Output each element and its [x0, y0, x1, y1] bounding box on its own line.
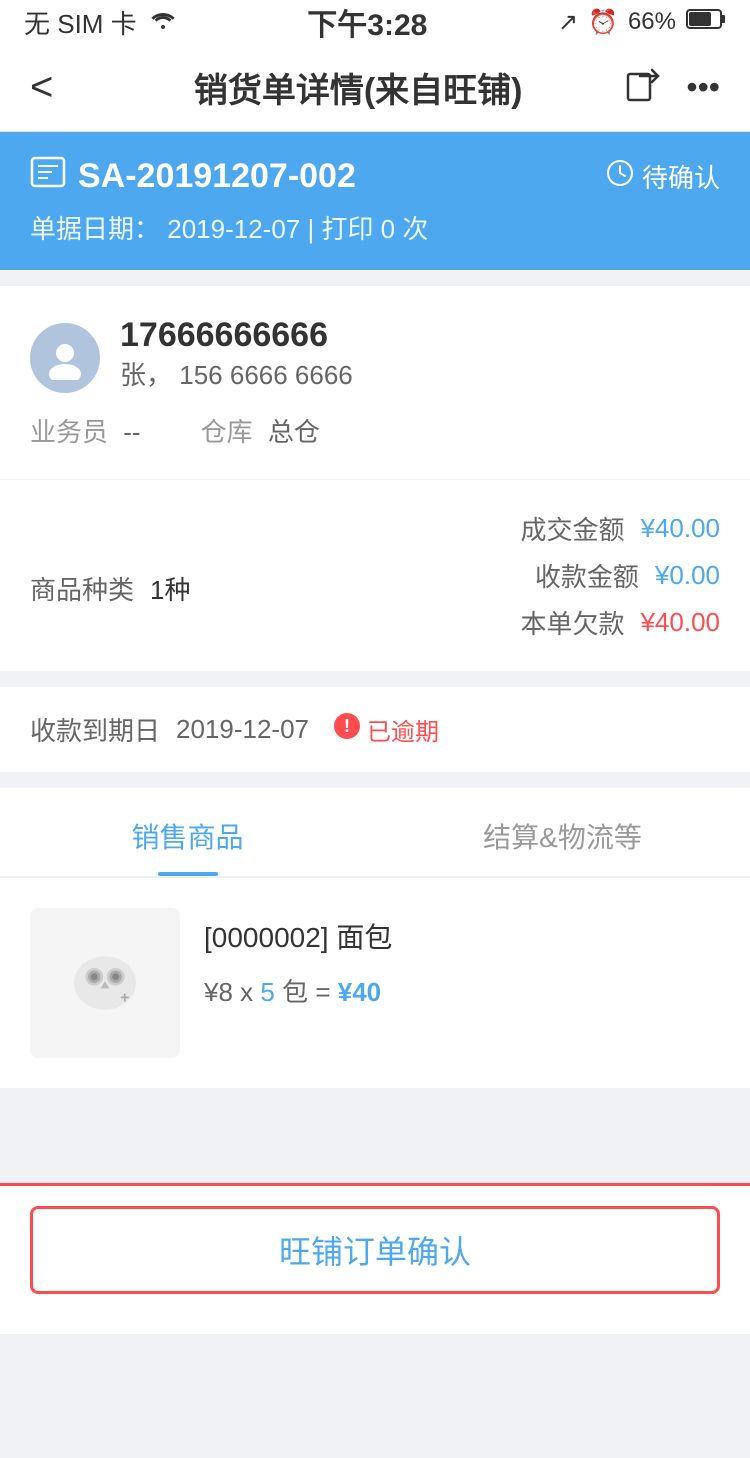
- category-row: 商品种类 1种: [30, 570, 190, 607]
- svg-text:!: !: [344, 716, 350, 736]
- equals-sign: =: [315, 977, 330, 1007]
- summary-left: 商品种类 1种: [30, 510, 190, 607]
- amount-value: ¥40.00: [640, 513, 720, 544]
- amount-label: 成交金额: [520, 510, 624, 547]
- order-date-row: 单据日期： 2019-12-07 | 打印 0 次: [30, 209, 720, 246]
- summary-right: 成交金额 ¥40.00 收款金额 ¥0.00 本单欠款 ¥40.00: [520, 510, 720, 641]
- product-qty: 5: [260, 977, 274, 1007]
- summary-section: 商品种类 1种 成交金额 ¥40.00 收款金额 ¥0.00 本单欠款 ¥40.…: [0, 480, 750, 671]
- nav-bar: < 销货单详情(来自旺铺) •••: [0, 44, 750, 132]
- status-time: 下午3:28: [307, 0, 427, 44]
- status-bar: 无 SIM 卡 下午3:28 ↗ ⏰ 66%: [0, 0, 750, 44]
- overdue-badge: ! 已逾期: [333, 712, 439, 747]
- status-text: 待确认: [642, 158, 720, 195]
- back-button[interactable]: <: [30, 65, 90, 110]
- order-status: 待确认: [606, 158, 720, 195]
- product-price: ¥8: [204, 977, 233, 1007]
- overdue-text: 已逾期: [367, 712, 439, 747]
- customer-info: 张， 156 6666 6666: [120, 355, 353, 392]
- customer-name: 张: [120, 360, 146, 390]
- product-item: + [0000002] 面包 ¥8 x 5 包 = ¥40: [30, 908, 720, 1058]
- alarm-icon: ⏰: [588, 8, 618, 37]
- product-unit: 包: [282, 977, 308, 1007]
- owed-row: 本单欠款 ¥40.00: [520, 604, 720, 641]
- tabs-section: 销售商品 结算&物流等: [0, 788, 750, 1088]
- print-info: | 打印 0 次: [307, 214, 428, 244]
- received-value: ¥0.00: [655, 560, 720, 591]
- page-title: 销货单详情(来自旺铺): [90, 63, 626, 112]
- due-label: 收款到期日: [30, 711, 160, 748]
- status-left: 无 SIM 卡: [24, 4, 177, 41]
- carrier-label: 无 SIM 卡: [24, 4, 137, 41]
- warehouse-value: 总仓: [268, 417, 320, 447]
- product-name: [0000002] 面包: [204, 916, 720, 956]
- warehouse-meta: 仓库 总仓: [201, 412, 320, 449]
- amount-row: 成交金额 ¥40.00: [520, 510, 720, 547]
- customer-phone: 17666666666: [120, 316, 353, 355]
- nav-actions: •••: [626, 66, 720, 110]
- order-header: SA-20191207-002 待确认 单据日期： 2019-12-07 | 打…: [0, 132, 750, 270]
- share-button[interactable]: [626, 66, 662, 110]
- product-section: + [0000002] 面包 ¥8 x 5 包 = ¥40: [0, 878, 750, 1088]
- svg-text:+: +: [120, 990, 129, 1007]
- due-section: 收款到期日 2019-12-07 ! 已逾期: [0, 687, 750, 772]
- product-code: [0000002]: [204, 922, 329, 953]
- order-icon: [30, 156, 66, 197]
- location-icon: ↗: [558, 8, 578, 37]
- customer-alt-phone: 156 6666 6666: [179, 360, 353, 390]
- product-title: 面包: [336, 922, 392, 953]
- avatar: [30, 323, 100, 393]
- status-right: ↗ ⏰ 66%: [558, 8, 726, 37]
- tab-settlement[interactable]: 结算&物流等: [375, 788, 750, 876]
- battery-label: 66%: [628, 8, 676, 36]
- order-id-text: SA-20191207-002: [78, 157, 356, 196]
- sales-label: 业务员: [30, 417, 108, 447]
- due-date: 2019-12-07: [176, 714, 309, 745]
- multiply-sign: x: [240, 977, 253, 1007]
- received-label: 收款金额: [535, 557, 639, 594]
- tab-sales-label: 销售商品: [131, 822, 243, 853]
- date-label: 单据日期：: [30, 214, 160, 244]
- owed-value: ¥40.00: [640, 607, 720, 638]
- order-date: 2019-12-07: [167, 214, 300, 244]
- wifi-icon: [149, 7, 177, 38]
- category-value: 1种: [150, 570, 190, 607]
- category-label: 商品种类: [30, 570, 134, 607]
- customer-meta: 业务员 -- 仓库 总仓: [30, 412, 720, 449]
- owed-label: 本单欠款: [520, 604, 624, 641]
- tab-settlement-label: 结算&物流等: [483, 822, 642, 853]
- product-info: [0000002] 面包 ¥8 x 5 包 = ¥40: [204, 908, 720, 1009]
- sales-value: --: [123, 417, 140, 447]
- bottom-bar: 旺铺订单确认: [0, 1183, 750, 1334]
- more-button[interactable]: •••: [686, 69, 720, 106]
- order-id-container: SA-20191207-002: [30, 156, 356, 197]
- confirm-order-button[interactable]: 旺铺订单确认: [30, 1206, 720, 1294]
- received-row: 收款金额 ¥0.00: [535, 557, 720, 594]
- product-total: ¥40: [338, 977, 381, 1007]
- sales-meta: 业务员 --: [30, 412, 141, 449]
- clock-icon: [606, 159, 634, 194]
- battery-icon: [686, 8, 726, 37]
- customer-section: 17666666666 张， 156 6666 6666 业务员 -- 仓库 总…: [0, 286, 750, 479]
- warning-icon: !: [333, 712, 361, 747]
- tab-sales-products[interactable]: 销售商品: [0, 788, 375, 876]
- tabs-header: 销售商品 结算&物流等: [0, 788, 750, 878]
- product-calc: ¥8 x 5 包 = ¥40: [204, 972, 720, 1009]
- warehouse-label: 仓库: [201, 417, 253, 447]
- product-image: +: [30, 908, 180, 1058]
